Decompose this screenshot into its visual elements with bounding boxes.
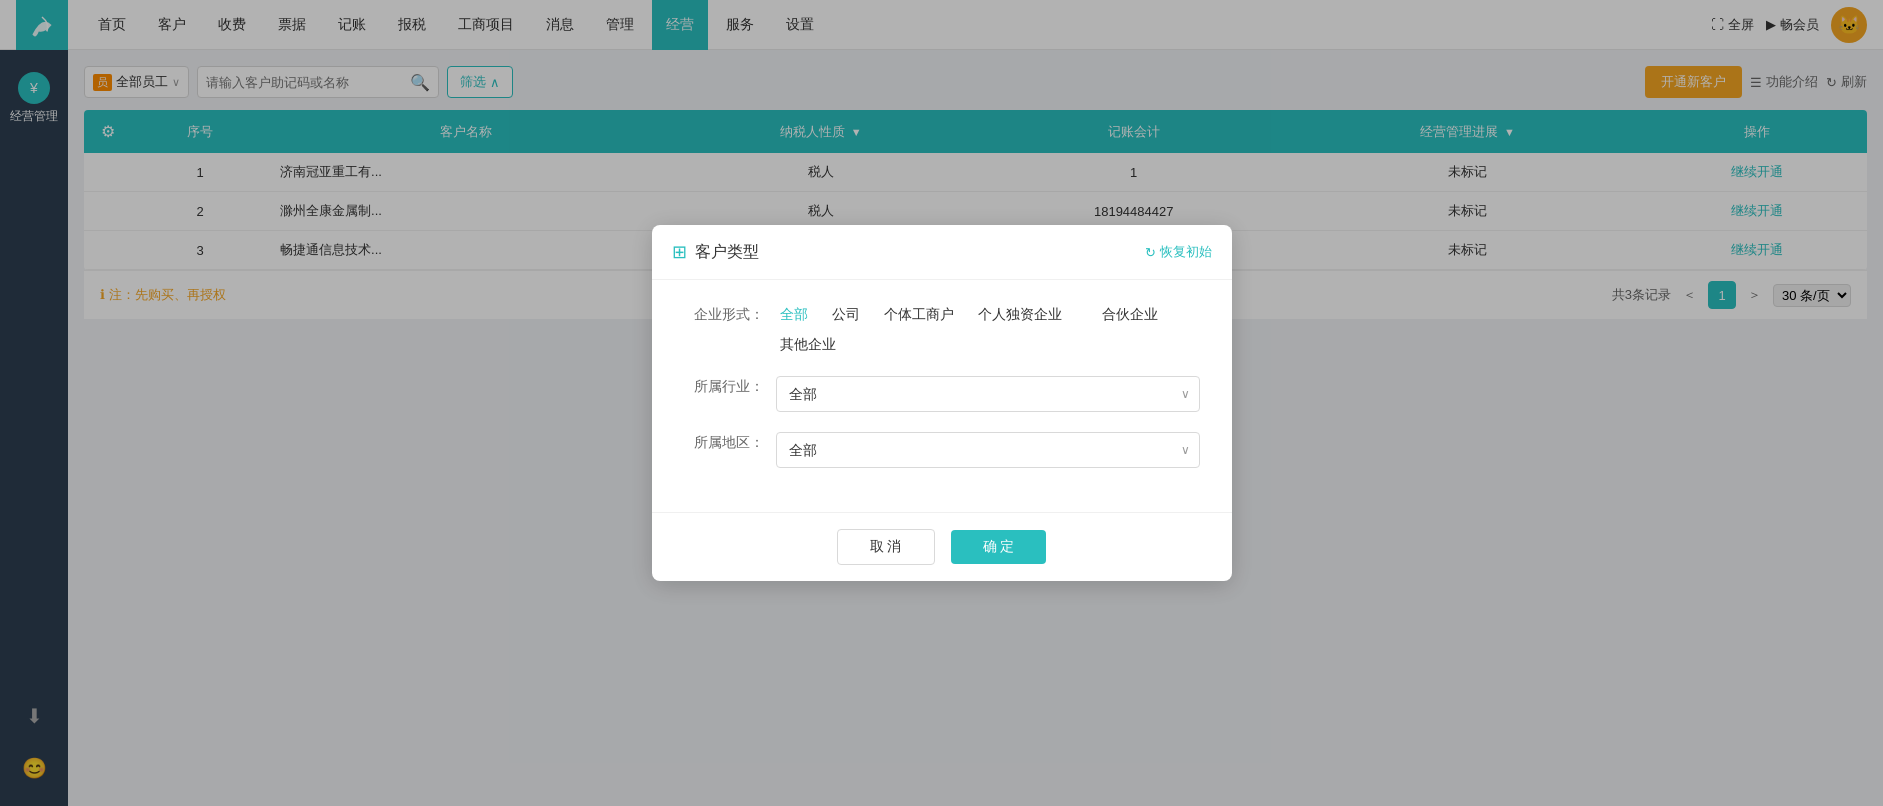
region-select[interactable]: 全部 北京 上海 广东 山东 (776, 432, 1200, 468)
option-sole[interactable]: 个人独资企业 (974, 304, 1066, 326)
confirm-button[interactable]: 确 定 (951, 530, 1047, 564)
modal-reset-button[interactable]: ↻ 恢复初始 (1145, 243, 1212, 261)
industry-select-wrap: 全部 制造业 服务业 零售业 建筑业 ∨ (776, 376, 1200, 412)
modal-body: 企业形式： 全部 公司 个体工商户 个人独资企业 合伙企业 其他企业 所属行业：… (652, 280, 1232, 512)
region-form-row: 所属地区： 全部 北京 上海 广东 山东 ∨ (684, 432, 1200, 468)
enterprise-options: 全部 公司 个体工商户 个人独资企业 合伙企业 其他企业 (776, 304, 1200, 356)
cancel-button[interactable]: 取 消 (837, 529, 935, 565)
region-label: 所属地区： (684, 432, 764, 452)
enterprise-form-row: 企业形式： 全部 公司 个体工商户 个人独资企业 合伙企业 其他企业 (684, 304, 1200, 356)
option-other[interactable]: 其他企业 (776, 334, 840, 356)
enterprise-form-label: 企业形式： (684, 304, 764, 324)
filter-icon: ⊞ (672, 241, 687, 263)
industry-select[interactable]: 全部 制造业 服务业 零售业 建筑业 (776, 376, 1200, 412)
industry-label: 所属行业： (684, 376, 764, 396)
option-company[interactable]: 公司 (828, 304, 864, 326)
modal-title: ⊞ 客户类型 (672, 241, 759, 263)
modal-footer: 取 消 确 定 (652, 512, 1232, 581)
option-all[interactable]: 全部 (776, 304, 812, 326)
reset-icon: ↻ (1145, 245, 1156, 260)
modal-header: ⊞ 客户类型 ↻ 恢复初始 (652, 225, 1232, 280)
modal-overlay[interactable]: ⊞ 客户类型 ↻ 恢复初始 企业形式： 全部 公司 个体工商户 个人独资企业 合… (0, 0, 1883, 806)
region-select-wrap: 全部 北京 上海 广东 山东 ∨ (776, 432, 1200, 468)
option-individual[interactable]: 个体工商户 (880, 304, 958, 326)
industry-form-row: 所属行业： 全部 制造业 服务业 零售业 建筑业 ∨ (684, 376, 1200, 412)
option-partnership[interactable]: 合伙企业 (1098, 304, 1162, 326)
filter-modal: ⊞ 客户类型 ↻ 恢复初始 企业形式： 全部 公司 个体工商户 个人独资企业 合… (652, 225, 1232, 581)
